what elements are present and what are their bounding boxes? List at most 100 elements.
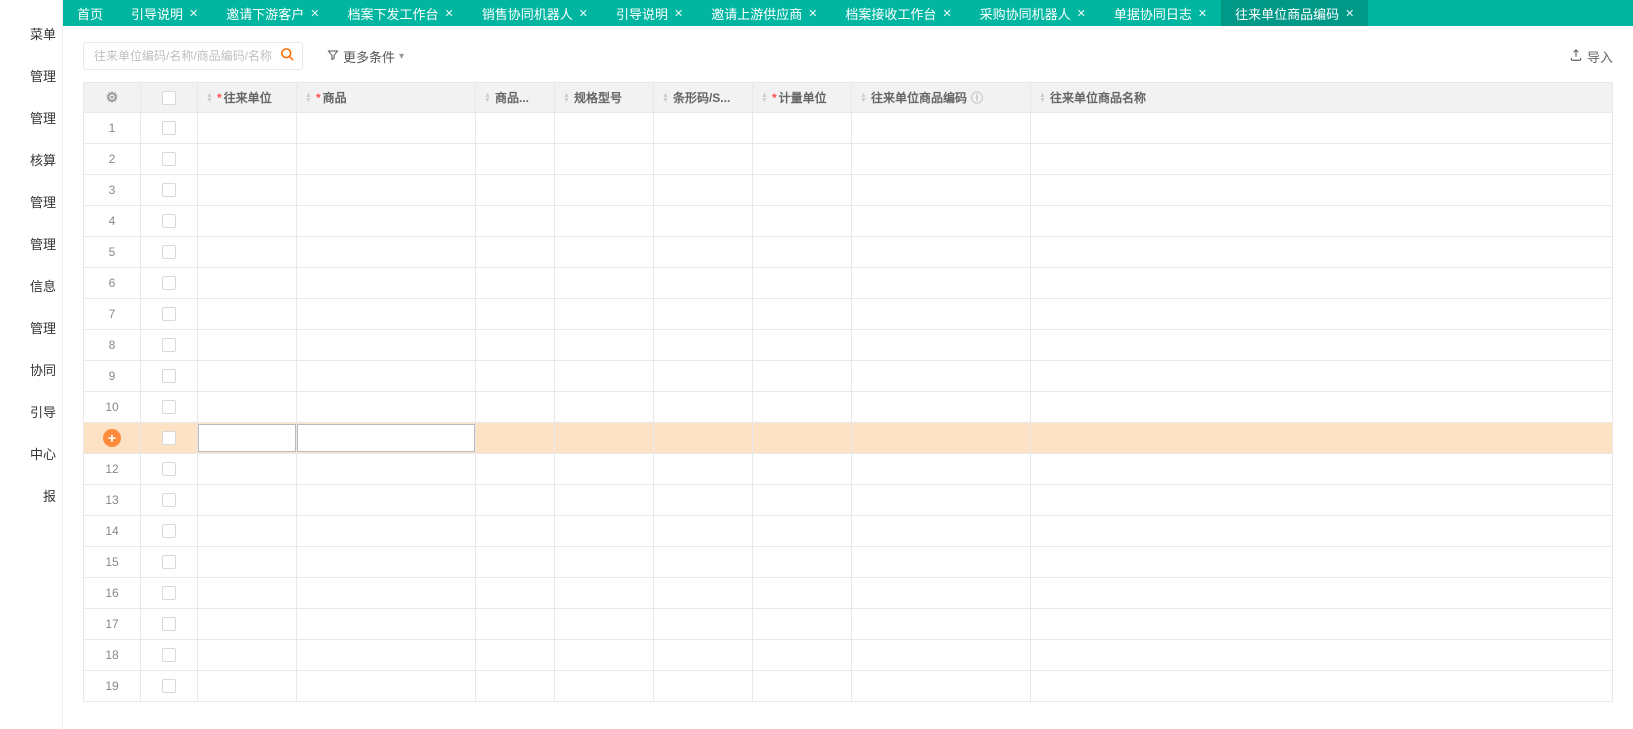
close-icon[interactable]: ✕ [1198, 7, 1207, 20]
checkbox[interactable] [162, 307, 176, 321]
tab-2[interactable]: 邀请下游客户✕ [212, 0, 333, 26]
sidebar-item-8[interactable]: 协同 [0, 348, 62, 390]
table-row[interactable]: 5 [84, 237, 1612, 268]
sidebar-item-5[interactable]: 管理 [0, 222, 62, 264]
table-row[interactable]: 9 [84, 361, 1612, 392]
table-row[interactable]: 18 [84, 640, 1612, 671]
cell-uom [753, 113, 852, 143]
checkbox[interactable] [162, 431, 176, 445]
checkbox[interactable] [162, 400, 176, 414]
checkbox[interactable] [162, 555, 176, 569]
cell-gear: 10 [84, 392, 141, 422]
col-settings[interactable]: ⚙ [84, 83, 141, 112]
table-row[interactable]: + [84, 423, 1612, 454]
checkbox[interactable] [162, 152, 176, 166]
col-barcode[interactable]: ▲▼条形码/S... [654, 83, 753, 112]
close-icon[interactable]: ✕ [1345, 7, 1354, 20]
col-product-class[interactable]: ▲▼商品... [476, 83, 555, 112]
table-row[interactable]: 12 [84, 454, 1612, 485]
table-row[interactable]: 17 [84, 609, 1612, 640]
checkbox[interactable] [162, 214, 176, 228]
close-icon[interactable]: ✕ [445, 7, 454, 20]
checkbox[interactable] [162, 369, 176, 383]
cell-name [1031, 330, 1612, 360]
table-row[interactable]: 1 [84, 113, 1612, 144]
checkbox[interactable] [162, 91, 176, 105]
cell-chk [141, 144, 198, 174]
row-number: 18 [105, 648, 118, 662]
tab-10[interactable]: 往来单位商品编码✕ [1221, 0, 1368, 26]
checkbox[interactable] [162, 462, 176, 476]
table-row[interactable]: 6 [84, 268, 1612, 299]
col-unit-product-code[interactable]: ▲▼往来单位商品编码ⓘ [852, 83, 1031, 112]
tab-3[interactable]: 档案下发工作台✕ [333, 0, 467, 26]
cell-gear: 8 [84, 330, 141, 360]
cell-input-prod[interactable] [297, 424, 475, 452]
close-icon[interactable]: ✕ [1077, 7, 1086, 20]
checkbox[interactable] [162, 679, 176, 693]
col-checkbox-all[interactable] [141, 83, 198, 112]
checkbox[interactable] [162, 493, 176, 507]
tab-8[interactable]: 采购协同机器人✕ [966, 0, 1100, 26]
close-icon[interactable]: ✕ [674, 7, 683, 20]
add-row-button[interactable]: + [103, 429, 121, 447]
table-row[interactable]: 13 [84, 485, 1612, 516]
close-icon[interactable]: ✕ [579, 7, 588, 20]
sidebar-item-9[interactable]: 引导 [0, 390, 62, 432]
col-product[interactable]: ▲▼*商品 [297, 83, 476, 112]
table-row[interactable]: 7 [84, 299, 1612, 330]
table-row[interactable]: 3 [84, 175, 1612, 206]
sidebar-item-0[interactable]: 菜单 [0, 12, 62, 54]
tab-0[interactable]: 首页 [63, 0, 117, 26]
tab-6[interactable]: 邀请上游供应商✕ [697, 0, 831, 26]
table-row[interactable]: 10 [84, 392, 1612, 423]
checkbox[interactable] [162, 586, 176, 600]
sidebar-item-4[interactable]: 管理 [0, 180, 62, 222]
checkbox[interactable] [162, 245, 176, 259]
tab-5[interactable]: 引导说明✕ [602, 0, 697, 26]
sidebar-item-6[interactable]: 信息 [0, 264, 62, 306]
sidebar-item-7[interactable]: 管理 [0, 306, 62, 348]
table-row[interactable]: 2 [84, 144, 1612, 175]
tab-4[interactable]: 销售协同机器人✕ [468, 0, 602, 26]
col-unit[interactable]: ▲▼*往来单位 [198, 83, 297, 112]
checkbox[interactable] [162, 524, 176, 538]
table-row[interactable]: 16 [84, 578, 1612, 609]
cell-name [1031, 361, 1612, 391]
tab-1[interactable]: 引导说明✕ [117, 0, 212, 26]
checkbox[interactable] [162, 276, 176, 290]
cell-prod [297, 671, 476, 701]
cell-name [1031, 268, 1612, 298]
table-row[interactable]: 15 [84, 547, 1612, 578]
col-unit-product-name[interactable]: ▲▼往来单位商品名称 [1031, 83, 1612, 112]
search-icon[interactable] [280, 47, 295, 66]
table-row[interactable]: 19 [84, 671, 1612, 702]
table-row[interactable]: 4 [84, 206, 1612, 237]
checkbox[interactable] [162, 648, 176, 662]
close-icon[interactable]: ✕ [808, 7, 817, 20]
sidebar-item-3[interactable]: 核算 [0, 138, 62, 180]
close-icon[interactable]: ✕ [189, 7, 198, 20]
table-row[interactable]: 14 [84, 516, 1612, 547]
checkbox[interactable] [162, 183, 176, 197]
sidebar-item-2[interactable]: 管理 [0, 96, 62, 138]
help-icon[interactable]: ⓘ [971, 89, 983, 106]
checkbox[interactable] [162, 617, 176, 631]
sidebar-item-10[interactable]: 中心 [0, 432, 62, 474]
sidebar-item-1[interactable]: 管理 [0, 54, 62, 96]
more-conditions[interactable]: 更多条件 ▾ [327, 47, 404, 66]
checkbox[interactable] [162, 338, 176, 352]
tab-9[interactable]: 单据协同日志✕ [1100, 0, 1221, 26]
col-uom[interactable]: ▲▼*计量单位 [753, 83, 852, 112]
table-row[interactable]: 8 [84, 330, 1612, 361]
tab-7[interactable]: 档案接收工作台✕ [831, 0, 965, 26]
close-icon[interactable]: ✕ [310, 7, 319, 20]
cell-gear: 1 [84, 113, 141, 143]
sidebar-item-11[interactable]: 报 [0, 474, 62, 516]
cell-input-unit[interactable] [198, 424, 296, 452]
search-input[interactable] [83, 42, 303, 70]
checkbox[interactable] [162, 121, 176, 135]
col-spec[interactable]: ▲▼规格型号 [555, 83, 654, 112]
export-button[interactable]: 导入 [1569, 47, 1613, 66]
close-icon[interactable]: ✕ [942, 7, 951, 20]
